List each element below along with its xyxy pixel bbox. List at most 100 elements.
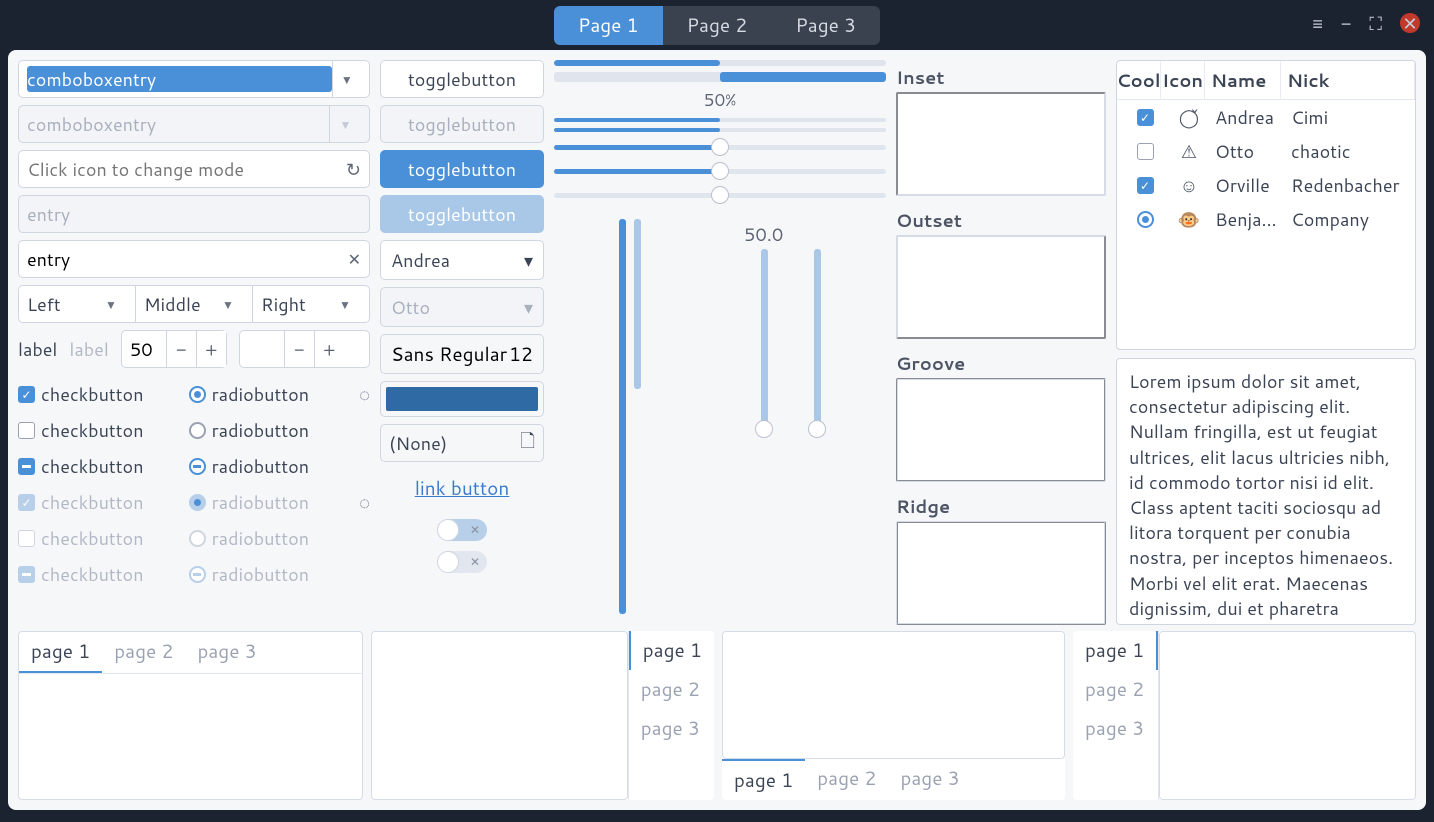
- refresh-icon[interactable]: ↻: [346, 156, 361, 182]
- spinbutton[interactable]: − +: [121, 330, 227, 368]
- slider-v-4[interactable]: [814, 249, 821, 429]
- row-checkbox[interactable]: ✓: [1137, 109, 1154, 126]
- entry-clearable[interactable]: ✕: [18, 240, 370, 278]
- frame-groove: [896, 378, 1106, 482]
- nb-tab[interactable]: page 3: [185, 632, 268, 673]
- table-row[interactable]: ⚠ Otto chaotic: [1117, 134, 1415, 168]
- progressbar-2: [554, 72, 886, 82]
- face-icon: ☺: [1167, 172, 1211, 198]
- comboboxentry-input[interactable]: [27, 66, 332, 92]
- chevron-down-icon[interactable]: ▼: [329, 286, 361, 322]
- maximize-icon[interactable]: ⛶: [1369, 10, 1382, 36]
- titlebar: Page 1 Page 2 Page 3 ≡ − ⛶ ✕: [0, 0, 1434, 50]
- togglebutton[interactable]: togglebutton: [380, 60, 544, 98]
- chevron-down-icon[interactable]: ▼: [212, 286, 244, 322]
- color-button[interactable]: [380, 381, 544, 417]
- treeview-table[interactable]: Cool Icon Name Nick ✓ ◯̌ Andrea Cimi ⚠ O…: [1116, 60, 1416, 350]
- page-tab-2[interactable]: Page 2: [663, 6, 772, 45]
- page-tab-1[interactable]: Page 1: [554, 6, 663, 45]
- frame-outset: [896, 235, 1106, 339]
- col-header-name[interactable]: Name: [1205, 61, 1281, 99]
- col-header-icon[interactable]: Icon: [1161, 61, 1205, 99]
- spin-minus[interactable]: −: [166, 331, 196, 367]
- row-checkbox[interactable]: [1137, 143, 1154, 160]
- table-row[interactable]: 🐵 Benja... Company: [1117, 202, 1415, 236]
- frame-label-outset: Outset: [896, 203, 1106, 235]
- nb-tab[interactable]: page 2: [1073, 670, 1158, 709]
- nb-tab[interactable]: page 1: [629, 631, 714, 670]
- spin-plus[interactable]: +: [196, 331, 226, 367]
- levelbar-2: [554, 128, 886, 132]
- slider-h-2[interactable]: [554, 162, 886, 180]
- font-button[interactable]: Sans Regular12: [380, 334, 544, 374]
- notebook-bottom: page 1 page 2 page 3: [722, 631, 1065, 800]
- nb-tab[interactable]: page 2: [102, 632, 185, 673]
- row-checkbox[interactable]: ✓: [1137, 177, 1154, 194]
- spinner-icon-dim: ◌: [359, 489, 370, 515]
- minimize-icon[interactable]: −: [1341, 10, 1352, 36]
- table-row[interactable]: ✓ ☺ Orville Redenbacher: [1117, 168, 1415, 202]
- page-switcher: Page 1 Page 2 Page 3: [554, 6, 880, 45]
- checkbox-unchecked[interactable]: [18, 422, 35, 439]
- file-chooser-button[interactable]: (None)🗋: [380, 424, 544, 462]
- page-tab-3[interactable]: Page 3: [771, 6, 880, 45]
- chevron-down-icon[interactable]: ▾: [524, 247, 533, 273]
- static-label: label: [18, 336, 57, 362]
- dropdown-andrea[interactable]: Andrea▾: [380, 240, 544, 280]
- chevron-down-icon: ▾: [524, 294, 533, 320]
- nb-tab[interactable]: page 3: [629, 709, 714, 748]
- slider-h-1[interactable]: [554, 138, 886, 156]
- checkbox-disabled: [18, 530, 35, 547]
- spinbutton-disabled: − +: [239, 330, 370, 368]
- col-header-cool[interactable]: Cool: [1117, 61, 1161, 99]
- table-row[interactable]: ✓ ◯̌ Andrea Cimi: [1117, 100, 1415, 134]
- levelbar-1: [554, 118, 886, 122]
- nb-tab[interactable]: page 2: [805, 759, 888, 800]
- togglebutton-active[interactable]: togglebutton: [380, 150, 544, 188]
- textview[interactable]: Lorem ipsum dolor sit amet, consectetur …: [1116, 358, 1416, 625]
- progressbar-1: [554, 60, 886, 66]
- checkbox-disabled-ind: [18, 566, 35, 583]
- entry-disabled: entry: [18, 195, 370, 233]
- chevron-down-icon[interactable]: ▼: [332, 61, 361, 97]
- nb-tab[interactable]: page 1: [19, 632, 102, 673]
- entry-with-icon[interactable]: ↻: [18, 150, 370, 188]
- nb-tab[interactable]: page 3: [888, 759, 971, 800]
- radio-unchecked[interactable]: [189, 422, 206, 439]
- switch-off-disabled: ✕: [437, 551, 487, 573]
- slider-v-2[interactable]: [634, 219, 641, 389]
- radio-disabled-checked: [189, 494, 206, 511]
- nb-tab[interactable]: page 2: [629, 670, 714, 709]
- nb-tab[interactable]: page 1: [722, 759, 805, 800]
- checkbox-checked[interactable]: ✓: [18, 386, 35, 403]
- radio-checked[interactable]: [189, 386, 206, 403]
- slider-v-3[interactable]: [761, 249, 768, 429]
- slider-value-label: 50.0: [744, 221, 783, 247]
- slider-v-1[interactable]: [619, 219, 626, 614]
- frame-ridge: [896, 521, 1106, 625]
- checkbox-disabled-checked: ✓: [18, 494, 35, 511]
- checkbox-indeterminate[interactable]: [18, 458, 35, 475]
- col-header-nick[interactable]: Nick: [1281, 61, 1415, 99]
- seg-right[interactable]: Right▼: [253, 285, 370, 323]
- slider-h-3[interactable]: [554, 186, 886, 204]
- togglebutton-disabled-active: togglebutton: [380, 195, 544, 233]
- row-radio[interactable]: [1137, 211, 1154, 228]
- switch-on[interactable]: ✕: [437, 519, 487, 541]
- radio-indeterminate[interactable]: [189, 458, 206, 475]
- seg-middle[interactable]: Middle▼: [136, 285, 253, 323]
- seg-left[interactable]: Left▼: [18, 285, 136, 323]
- nb-tab[interactable]: page 1: [1073, 631, 1158, 670]
- hamburger-icon[interactable]: ≡: [1312, 10, 1323, 36]
- progress-percent: 50%: [554, 88, 886, 112]
- comboboxentry-active[interactable]: ▼: [18, 60, 370, 98]
- spinner-icon: ◌: [359, 381, 370, 407]
- segmented-dropdowns: Left▼ Middle▼ Right▼: [18, 285, 370, 323]
- chevron-down-icon[interactable]: ▼: [95, 286, 127, 322]
- nb-tab[interactable]: page 3: [1073, 709, 1158, 748]
- close-icon[interactable]: ✕: [1400, 13, 1420, 33]
- link-button[interactable]: link button: [380, 469, 544, 508]
- clear-icon[interactable]: ✕: [348, 248, 361, 271]
- frame-label-inset: Inset: [896, 60, 1106, 92]
- radio-disabled: [189, 530, 206, 547]
